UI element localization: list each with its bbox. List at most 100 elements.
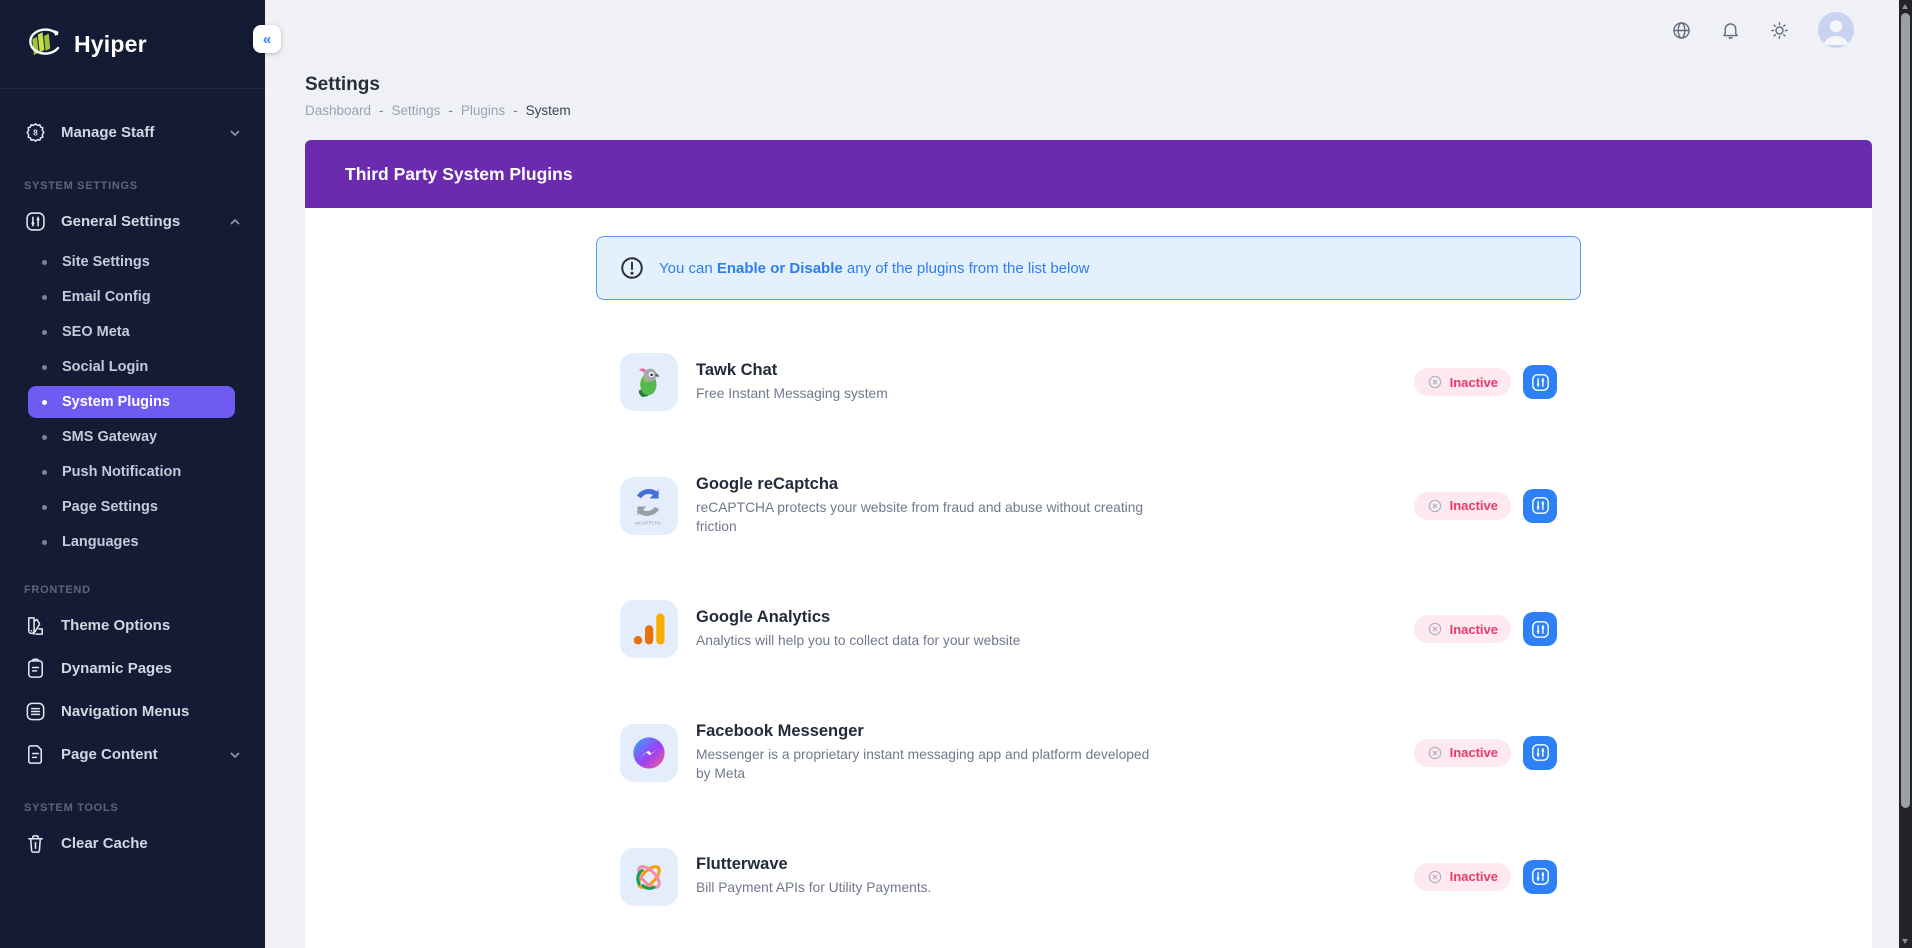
breadcrumb-dashboard[interactable]: Dashboard <box>305 103 371 118</box>
notifications-bell-icon[interactable] <box>1720 20 1741 41</box>
card-body: You can Enable or Disable any of the plu… <box>305 208 1872 948</box>
status-label: Inactive <box>1449 869 1498 884</box>
sidebar-item-manage-staff[interactable]: 8 Manage Staff <box>0 111 265 154</box>
plugin-settings-button[interactable] <box>1523 488 1557 523</box>
user-avatar[interactable] <box>1818 12 1854 48</box>
breadcrumb-plugins[interactable]: Plugins <box>461 103 505 118</box>
sliders-icon <box>26 212 45 231</box>
breadcrumb-separator: - <box>379 103 384 118</box>
page-scrollbar[interactable] <box>1899 0 1912 948</box>
plugin-row-google-recaptcha: reCAPTCHA Google reCaptcha reCAPTCHA pro… <box>596 475 1581 536</box>
status-label: Inactive <box>1449 621 1498 637</box>
sidebar-item-page-content[interactable]: Page Content <box>0 733 265 776</box>
plugin-description: Messenger is a proprietary instant messa… <box>696 747 1150 781</box>
scrollbar-down-arrow-icon[interactable] <box>1902 939 1908 944</box>
flutterwave-loops-icon <box>636 864 661 890</box>
plugin-row-tawk-chat: Tawk Chat Free Instant Messaging system … <box>596 353 1581 411</box>
scrollbar-thumb[interactable] <box>1901 13 1910 808</box>
bullet-dot <box>42 259 47 265</box>
sidebar-nav: 8 Manage Staff SYSTEM SETTINGS General S… <box>0 89 265 865</box>
trash-icon <box>28 835 43 853</box>
sidebar-item-label: Dynamic Pages <box>61 660 172 677</box>
sidebar-subitem-push-notification[interactable]: Push Notification <box>28 456 235 488</box>
alert-prefix: You can <box>659 259 717 277</box>
sidebar-item-label: Page Content <box>61 746 158 763</box>
breadcrumb: Dashboard - Settings - Plugins - System <box>305 103 1872 118</box>
flutterwave-logo <box>620 847 678 906</box>
breadcrumb-settings[interactable]: Settings <box>392 103 441 118</box>
breadcrumb-current: System <box>525 103 571 118</box>
sidebar-collapse-button[interactable]: « <box>253 25 281 53</box>
theme-swatch-icon <box>28 617 43 635</box>
brand-name: Hyiper <box>74 30 147 57</box>
subitem-label: Email Config <box>62 289 151 305</box>
plugin-settings-button[interactable] <box>1523 365 1557 399</box>
info-alert: You can Enable or Disable any of the plu… <box>596 236 1581 300</box>
bullet-dot <box>42 294 47 300</box>
page-head: Settings Dashboard - Settings - Plugins … <box>305 74 1872 118</box>
alert-suffix: any of the plugins from the list below <box>842 259 1090 277</box>
sidebar-item-clear-cache[interactable]: Clear Cache <box>0 822 265 865</box>
section-frontend: FRONTEND <box>24 584 91 596</box>
plugin-description: reCAPTCHA protects your website from fra… <box>696 500 1144 534</box>
sidebar-subitem-social-login[interactable]: Social Login <box>28 351 235 383</box>
sidebar-subitem-site-settings[interactable]: Site Settings <box>28 246 235 278</box>
sidebar-subitem-email-config[interactable]: Email Config <box>28 281 235 313</box>
sidebar-item-navigation-menus[interactable]: Navigation Menus <box>0 690 265 733</box>
status-badge: Inactive <box>1413 491 1511 520</box>
language-globe-icon[interactable] <box>1671 20 1692 41</box>
bullet-dot <box>42 364 47 370</box>
plugin-name: Tawk Chat <box>696 360 778 379</box>
status-badge: Inactive <box>1413 738 1511 767</box>
circle-x-icon <box>1428 499 1441 512</box>
sidebar-item-dynamic-pages[interactable]: Dynamic Pages <box>0 647 265 690</box>
sidebar-subitem-sms-gateway[interactable]: SMS Gateway <box>28 421 235 453</box>
chevron-down-icon <box>230 130 240 136</box>
svg-text:8: 8 <box>33 129 38 138</box>
plugin-settings-button[interactable] <box>1523 735 1557 770</box>
plugin-settings-button[interactable] <box>1523 612 1557 647</box>
sidebar-item-label: General Settings <box>61 213 181 230</box>
status-badge: Inactive <box>1413 862 1511 891</box>
page-title: Settings <box>305 74 380 95</box>
sidebar-item-label: Theme Options <box>61 617 171 634</box>
content: Settings Dashboard - Settings - Plugins … <box>265 74 1912 948</box>
circle-x-icon <box>1428 746 1441 760</box>
sidebar-item-general-settings[interactable]: General Settings <box>0 200 265 243</box>
svg-text:reCAPTCHA: reCAPTCHA <box>635 520 662 525</box>
plugin-settings-button[interactable] <box>1523 859 1557 894</box>
alert-text: You can Enable or Disable any of the plu… <box>659 260 1090 277</box>
topbar <box>265 0 1912 60</box>
section-system-settings: SYSTEM SETTINGS <box>24 180 138 192</box>
sidebar-subitem-languages[interactable]: Languages <box>28 526 235 558</box>
sidebar-subitem-seo-meta[interactable]: SEO Meta <box>28 316 235 348</box>
sidebar-subitem-page-settings[interactable]: Page Settings <box>28 491 235 523</box>
plugins-card: Third Party System Plugins You can Enabl… <box>305 140 1872 948</box>
circle-x-icon <box>1428 870 1441 883</box>
person-icon <box>1823 20 1849 45</box>
subitem-label: Page Settings <box>62 499 158 515</box>
section-system-tools: SYSTEM TOOLS <box>24 802 119 814</box>
exclamation-circle-icon <box>621 257 643 279</box>
plugin-row-facebook-messenger: Facebook Messenger Messenger is a propri… <box>596 722 1581 783</box>
circle-x-icon <box>1428 375 1441 389</box>
card-banner-title: Third Party System Plugins <box>345 163 573 184</box>
plugin-row-google-analytics: Google Analytics Analytics will help you… <box>596 600 1581 659</box>
plugin-description: Bill Payment APIs for Utility Payments. <box>696 880 932 896</box>
staff-badge-icon: 8 <box>26 123 45 142</box>
plugin-name: Google reCaptcha <box>696 475 839 493</box>
theme-sun-icon[interactable] <box>1769 20 1790 41</box>
status-badge: Inactive <box>1413 615 1511 644</box>
status-label: Inactive <box>1449 498 1498 514</box>
recaptcha-icon: reCAPTCHA <box>635 488 662 525</box>
main-area: Settings Dashboard - Settings - Plugins … <box>265 0 1912 948</box>
google-recaptcha-logo: reCAPTCHA <box>620 476 678 535</box>
circle-x-icon <box>1428 623 1441 636</box>
sidebar-subitem-system-plugins[interactable]: System Plugins <box>28 386 235 418</box>
bullet-dot <box>42 504 47 510</box>
scrollbar-up-arrow-icon[interactable] <box>1902 4 1908 9</box>
subitem-label: Push Notification <box>62 464 182 480</box>
breadcrumb-separator: - <box>513 103 518 118</box>
sidebar-item-label: Manage Staff <box>61 124 155 141</box>
sidebar-item-theme-options[interactable]: Theme Options <box>0 604 265 647</box>
